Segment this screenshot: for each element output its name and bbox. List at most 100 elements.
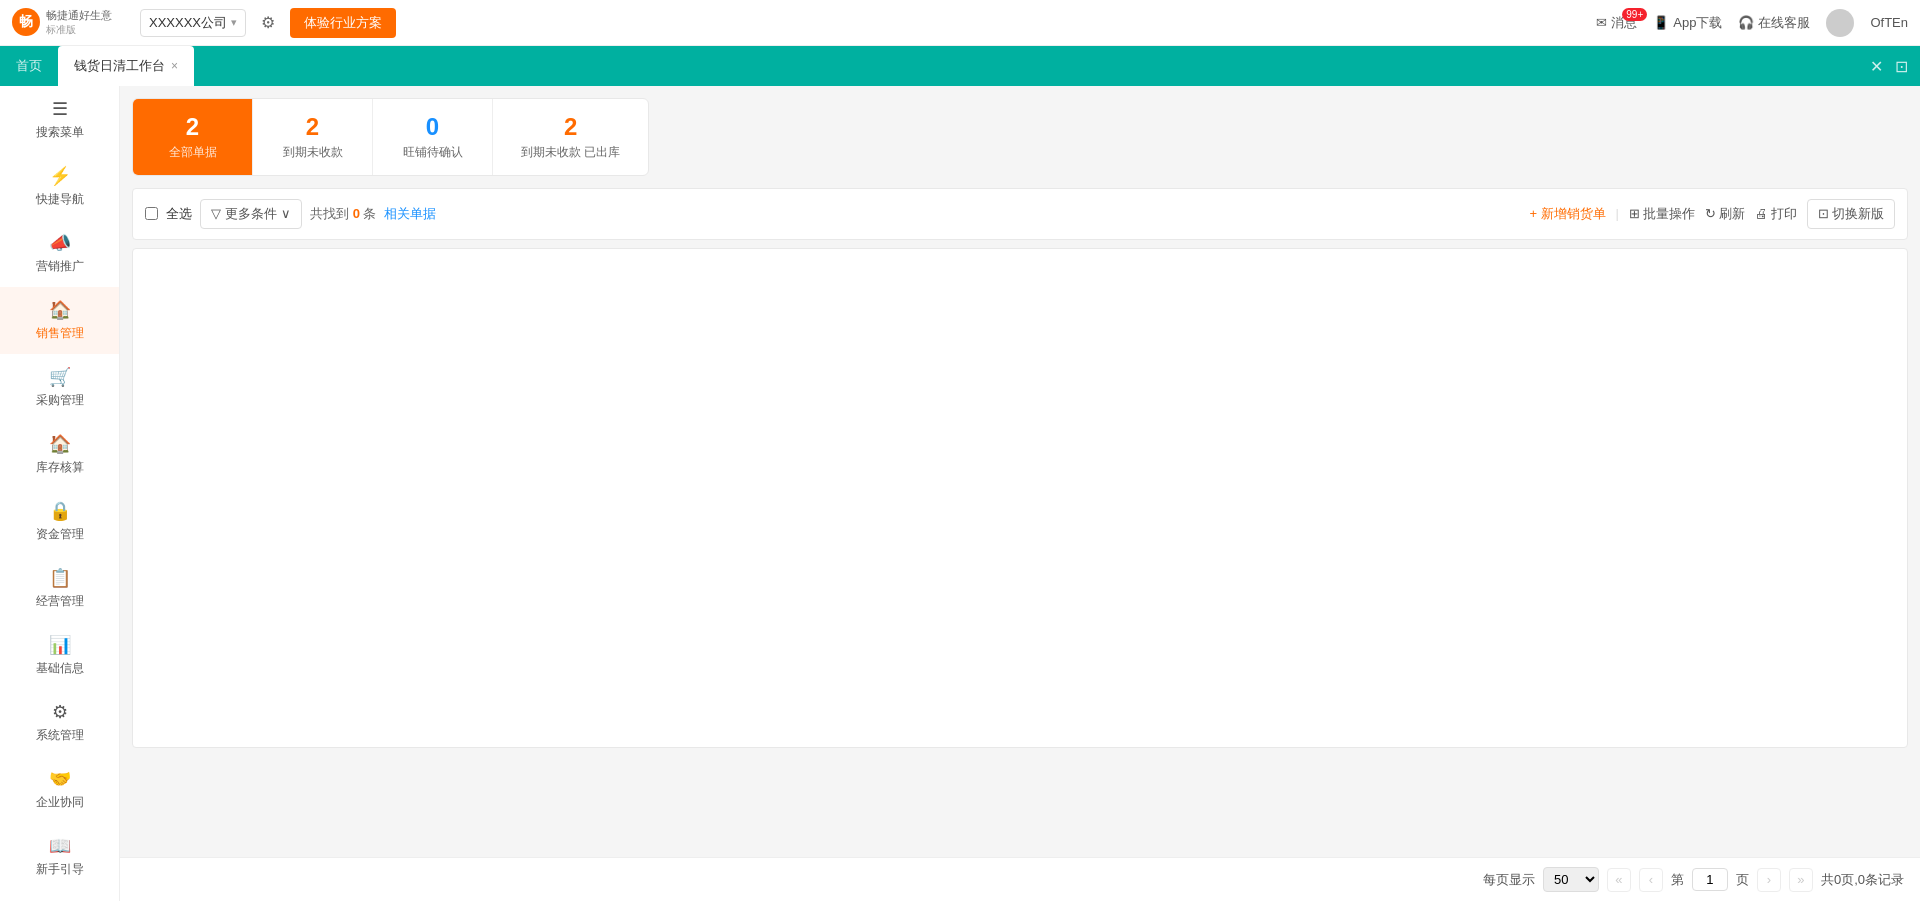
stat-label-overdue-shipped: 到期未收款 已出库 <box>521 144 620 161</box>
pagination: 每页显示 50 100 200 « ‹ 第 页 › » 共0页,0条记录 <box>120 857 1920 901</box>
stat-label-all: 全部单据 <box>161 144 224 161</box>
switch-icon: ⊡ <box>1818 206 1829 221</box>
sidebar-item-purchase[interactable]: 🛒 采购管理 <box>0 354 119 421</box>
sidebar-item-guide[interactable]: 📖 新手引导 <box>0 823 119 890</box>
stat-card-overdue-shipped[interactable]: 2 到期未收款 已出库 <box>493 99 648 175</box>
sidebar-item-operation[interactable]: 📋 经营管理 <box>0 555 119 622</box>
tab-home[interactable]: 首页 <box>0 46 58 86</box>
per-page-select[interactable]: 50 100 200 <box>1543 867 1599 892</box>
filter-chevron-icon: ∨ <box>281 206 291 221</box>
message-action[interactable]: ✉ 消息 99+ <box>1596 14 1637 32</box>
tab-cashflow[interactable]: 钱货日清工作台 × <box>58 46 194 86</box>
divider1: | <box>1616 206 1619 221</box>
marketing-icon: 📣 <box>49 232 71 254</box>
sidebar-item-marketing[interactable]: 📣 营销推广 <box>0 220 119 287</box>
stat-number-overdue-shipped: 2 <box>521 113 620 142</box>
service-icon: 🎧 <box>1738 15 1754 30</box>
header-right: ✉ 消息 99+ 📱 App下载 🎧 在线客服 OfTEn <box>1596 9 1908 37</box>
tab-bar: 首页 钱货日清工作台 × ✕ ⊡ <box>0 46 1920 86</box>
print-icon: 🖨 <box>1755 206 1768 221</box>
logo-area: 畅 畅捷通好生意 标准版 <box>12 8 132 36</box>
stat-card-overdue[interactable]: 2 到期未收款 <box>253 99 373 175</box>
main-content: 2 全部单据 2 到期未收款 0 旺铺待确认 2 到期未收款 已出库 全选 ▽ … <box>120 86 1920 901</box>
basic-icon: 📊 <box>49 634 71 656</box>
per-page-label: 每页显示 <box>1483 871 1535 889</box>
stats-cards: 2 全部单据 2 到期未收款 0 旺铺待确认 2 到期未收款 已出库 <box>132 98 649 176</box>
maximize-button[interactable]: ⊡ <box>1891 53 1912 80</box>
page-label: 第 <box>1671 871 1684 889</box>
next-page-button[interactable]: › <box>1757 868 1781 892</box>
first-page-icon: « <box>1615 872 1622 887</box>
add-button[interactable]: + 新增销货单 <box>1529 205 1605 223</box>
stat-number-overdue: 2 <box>281 113 344 142</box>
phone-icon: 📱 <box>1653 15 1669 30</box>
app-download-action[interactable]: 📱 App下载 <box>1653 14 1722 32</box>
first-page-button[interactable]: « <box>1607 868 1631 892</box>
sidebar-item-system[interactable]: ⚙ 系统管理 <box>0 689 119 756</box>
stat-card-all[interactable]: 2 全部单据 <box>133 99 253 175</box>
partner-icon: 🤝 <box>49 768 71 790</box>
guide-icon: 📖 <box>49 835 71 857</box>
sidebar-item-quick-nav[interactable]: ⚡ 快捷导航 <box>0 153 119 220</box>
switch-button[interactable]: ⊡ 切换新版 <box>1807 199 1895 229</box>
message-badge: 99+ <box>1622 8 1647 21</box>
select-all-label: 全选 <box>166 205 192 223</box>
logo-text: 畅捷通好生意 标准版 <box>46 8 112 36</box>
stat-number-all: 2 <box>161 113 224 142</box>
settings-icon[interactable]: ⚙ <box>254 9 282 37</box>
tab-bar-actions: ✕ ⊡ <box>1866 53 1920 80</box>
stat-label-overdue: 到期未收款 <box>281 144 344 161</box>
refresh-button[interactable]: ↻ 刷新 <box>1705 205 1745 223</box>
prev-page-button[interactable]: ‹ <box>1639 868 1663 892</box>
refresh-icon: ↻ <box>1705 206 1716 221</box>
inventory-icon: 🏠 <box>49 433 71 455</box>
tab-close-icon[interactable]: × <box>171 59 178 73</box>
username: OfTEn <box>1870 15 1908 30</box>
page-input[interactable] <box>1692 868 1728 891</box>
sidebar-item-inventory[interactable]: 🏠 库存核算 <box>0 421 119 488</box>
last-page-button[interactable]: » <box>1789 868 1813 892</box>
print-button[interactable]: 🖨 打印 <box>1755 205 1797 223</box>
toolbar: 全选 ▽ 更多条件 ∨ 共找到 0 条 相关单据 + 新增销货单 | ⊞ 批量操… <box>132 188 1908 240</box>
minimize-button[interactable]: ✕ <box>1866 53 1887 80</box>
sidebar-item-finance[interactable]: 🔒 资金管理 <box>0 488 119 555</box>
table-area <box>132 248 1908 748</box>
toolbar-right: + 新增销货单 | ⊞ 批量操作 ↻ 刷新 🖨 打印 ⊡ 切换新版 <box>1529 199 1895 229</box>
prev-page-icon: ‹ <box>1649 872 1653 887</box>
next-page-icon: › <box>1767 872 1771 887</box>
stat-label-pending: 旺铺待确认 <box>401 144 464 161</box>
batch-icon: ⊞ <box>1629 206 1640 221</box>
stat-card-pending[interactable]: 0 旺铺待确认 <box>373 99 493 175</box>
sidebar-item-appstore[interactable]: 📦 应用中心 <box>0 890 119 901</box>
filter-button[interactable]: ▽ 更多条件 ∨ <box>200 199 302 229</box>
logo-icon: 畅 <box>12 8 40 36</box>
sidebar-item-basic[interactable]: 📊 基础信息 <box>0 622 119 689</box>
experience-button[interactable]: 体验行业方案 <box>290 8 396 38</box>
batch-button[interactable]: ⊞ 批量操作 <box>1629 205 1695 223</box>
sidebar: ☰ 搜索菜单 ⚡ 快捷导航 📣 营销推广 🏠 销售管理 🛒 采购管理 🏠 库存核… <box>0 86 120 901</box>
top-header: 畅 畅捷通好生意 标准版 XXXXXX公司 ▾ ⚙ 体验行业方案 ✉ 消息 99… <box>0 0 1920 46</box>
message-icon: ✉ <box>1596 15 1607 30</box>
system-icon: ⚙ <box>52 701 68 723</box>
company-selector[interactable]: XXXXXX公司 ▾ <box>140 9 246 37</box>
total-label: 共0页,0条记录 <box>1821 871 1904 889</box>
found-text: 共找到 0 条 <box>310 205 376 223</box>
avatar[interactable] <box>1826 9 1854 37</box>
sidebar-item-sales[interactable]: 🏠 销售管理 <box>0 287 119 354</box>
sales-icon: 🏠 <box>49 299 71 321</box>
page-of-label: 页 <box>1736 871 1749 889</box>
last-page-icon: » <box>1797 872 1804 887</box>
select-all-checkbox[interactable] <box>145 207 158 220</box>
search-menu-icon: ☰ <box>52 98 68 120</box>
sidebar-item-partner[interactable]: 🤝 企业协同 <box>0 756 119 823</box>
related-link[interactable]: 相关单据 <box>384 205 436 223</box>
filter-icon: ▽ <box>211 206 221 221</box>
finance-icon: 🔒 <box>49 500 71 522</box>
purchase-icon: 🛒 <box>49 366 71 388</box>
stat-number-pending: 0 <box>401 113 464 142</box>
quick-nav-icon: ⚡ <box>49 165 71 187</box>
online-service-action[interactable]: 🎧 在线客服 <box>1738 14 1810 32</box>
toolbar-left: 全选 ▽ 更多条件 ∨ 共找到 0 条 相关单据 <box>145 199 1521 229</box>
sidebar-item-search[interactable]: ☰ 搜索菜单 <box>0 86 119 153</box>
chevron-down-icon: ▾ <box>231 16 237 29</box>
